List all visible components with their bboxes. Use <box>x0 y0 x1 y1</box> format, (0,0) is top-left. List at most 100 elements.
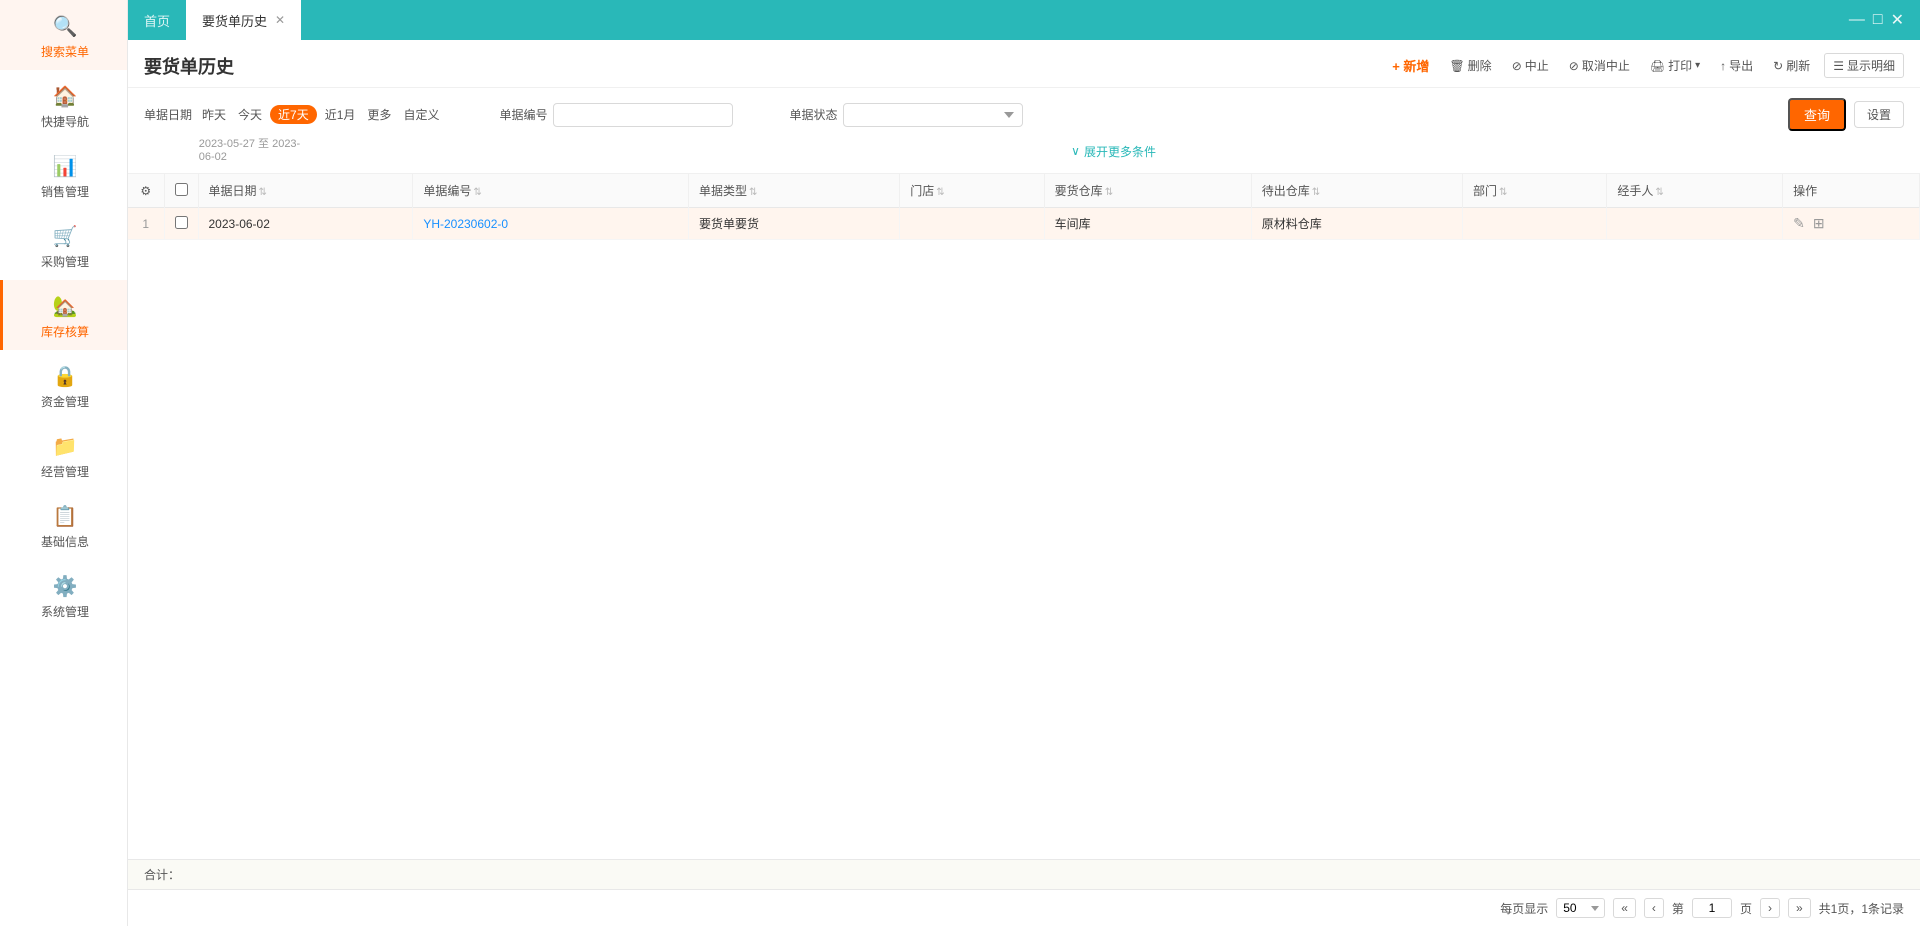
prev-page-button[interactable]: ‹ <box>1644 898 1664 918</box>
sidebar-item-quicknav[interactable]: 🏠 快捷导航 <box>0 70 127 140</box>
topbar: 首页要货单历史✕ — □ ✕ <box>128 0 1920 40</box>
sidebar-item-label-sales: 销售管理 <box>41 183 89 200</box>
col-order-type[interactable]: 单据类型⇅ <box>688 174 899 208</box>
query-button[interactable]: 查询 <box>1788 98 1846 131</box>
maximize-icon[interactable]: □ <box>1873 11 1883 29</box>
last-page-button[interactable]: » <box>1788 898 1811 918</box>
row-department <box>1462 208 1606 240</box>
sales-icon: 📊 <box>53 154 78 179</box>
tab-home[interactable]: 首页 <box>128 0 186 40</box>
date-filter-label: 单据日期 <box>144 106 192 123</box>
sidebar-item-basicinfo[interactable]: 📋 基础信息 <box>0 490 127 560</box>
table-header-row: ⚙ 单据日期⇅ 单据编号⇅ 单据类型⇅ 门店⇅ 要货仓库⇅ 待出仓库⇅ 部门⇅ … <box>128 174 1920 208</box>
order-no-link[interactable]: YH-20230602-0 <box>423 217 508 231</box>
col-settings[interactable]: ⚙ <box>128 174 164 208</box>
print-icon: 🖨 <box>1650 59 1665 73</box>
data-table: ⚙ 单据日期⇅ 单据编号⇅ 单据类型⇅ 门店⇅ 要货仓库⇅ 待出仓库⇅ 部门⇅ … <box>128 174 1920 240</box>
date-shortcut-近7天[interactable]: 近7天 <box>270 105 317 124</box>
date-range-text: 2023-05-27 至 2023-06-02 <box>199 135 315 163</box>
display-detail-button[interactable]: ☰ 显示明细 <box>1824 53 1904 78</box>
close-window-icon[interactable]: ✕ <box>1891 10 1904 30</box>
detail-icon[interactable]: ⊞ <box>1813 215 1825 232</box>
col-pending-warehouse[interactable]: 待出仓库⇅ <box>1251 174 1462 208</box>
basicinfo-icon: 📋 <box>53 504 78 529</box>
order-no-filter-group: 单据编号 <box>499 103 733 127</box>
row-store <box>900 208 1044 240</box>
suspend-icon: ⊘ <box>1512 59 1522 73</box>
main-area: 首页要货单历史✕ — □ ✕ 要货单历史 + 新增 🗑 删除 ⊘ 中止 ⊘ <box>128 0 1920 926</box>
tab-close-requisition-history[interactable]: ✕ <box>275 13 285 27</box>
col-checkbox <box>164 174 198 208</box>
content-area: 要货单历史 + 新增 🗑 删除 ⊘ 中止 ⊘ 取消中止 🖨 打印 <box>128 40 1920 926</box>
suspend-button[interactable]: ⊘ 中止 <box>1506 53 1555 78</box>
new-button[interactable]: + 新增 <box>1386 52 1435 79</box>
date-shortcut-自定义[interactable]: 自定义 <box>399 105 443 124</box>
select-all-checkbox[interactable] <box>175 183 188 196</box>
next-page-button[interactable]: › <box>1760 898 1780 918</box>
page-title: 要货单历史 <box>144 53 234 79</box>
col-order-no[interactable]: 单据编号⇅ <box>413 174 689 208</box>
cancel-suspend-button[interactable]: ⊘ 取消中止 <box>1563 53 1636 78</box>
settings-button[interactable]: 设置 <box>1854 101 1904 128</box>
refresh-button[interactable]: ↻ 刷新 <box>1767 53 1816 78</box>
first-page-button[interactable]: « <box>1613 898 1636 918</box>
table-footer: 合计： <box>128 859 1920 889</box>
row-order-type: 要货单要货 <box>688 208 899 240</box>
expand-more-button[interactable]: ∨ 展开更多条件 <box>1071 143 1156 160</box>
row-order-no: YH-20230602-0 <box>413 208 689 240</box>
delete-button[interactable]: 🗑 删除 <box>1443 53 1497 78</box>
finance-icon: 🔒 <box>53 364 78 389</box>
chevron-down-icon: ∨ <box>1071 144 1080 158</box>
col-date[interactable]: 单据日期⇅ <box>198 174 413 208</box>
print-button[interactable]: 🖨 打印 ▾ <box>1644 53 1706 78</box>
sidebar-item-label-inventory: 库存核算 <box>41 323 89 340</box>
date-shortcut-更多[interactable]: 更多 <box>363 105 395 124</box>
sidebar-item-sales[interactable]: 📊 销售管理 <box>0 140 127 210</box>
date-filter-group: 单据日期 昨天今天近7天近1月更多自定义 <box>144 105 443 124</box>
export-button[interactable]: ↑ 导出 <box>1714 53 1759 78</box>
col-req-warehouse[interactable]: 要货仓库⇅ <box>1044 174 1251 208</box>
col-store[interactable]: 门店⇅ <box>900 174 1044 208</box>
expand-area: ∨ 展开更多条件 <box>323 137 1904 160</box>
sidebar-item-label-operations: 经营管理 <box>41 463 89 480</box>
sidebar-item-label-system: 系统管理 <box>41 603 89 620</box>
sidebar-item-operations[interactable]: 📁 经营管理 <box>0 420 127 490</box>
table-container: ⚙ 单据日期⇅ 单据编号⇅ 单据类型⇅ 门店⇅ 要货仓库⇅ 待出仓库⇅ 部门⇅ … <box>128 174 1920 859</box>
print-dropdown-icon: ▾ <box>1695 60 1700 71</box>
operations-icon: 📁 <box>53 434 78 459</box>
date-shortcut-近1月[interactable]: 近1月 <box>321 105 360 124</box>
display-detail-icon: ☰ <box>1833 59 1844 73</box>
minimize-icon[interactable]: — <box>1849 11 1865 29</box>
edit-icon[interactable]: ✎ <box>1793 215 1805 232</box>
date-shortcut-今天[interactable]: 今天 <box>234 105 266 124</box>
sidebar-item-inventory[interactable]: 🏡 库存核算 <box>0 280 127 350</box>
status-select[interactable] <box>843 103 1023 127</box>
order-no-input[interactable] <box>553 103 733 127</box>
filter-actions: 查询 设置 <box>1788 98 1904 131</box>
row-actions: ✎ ⊞ <box>1783 208 1920 240</box>
row-checkbox-cell <box>164 208 198 240</box>
refresh-icon: ↻ <box>1773 59 1783 73</box>
filter-row-1: 单据日期 昨天今天近7天近1月更多自定义 单据编号 单据状态 <box>144 98 1904 131</box>
total-label: 合计： <box>144 868 180 882</box>
page-size-select[interactable]: 50 10 20 100 <box>1556 898 1605 918</box>
col-department[interactable]: 部门⇅ <box>1462 174 1606 208</box>
topbar-right: — □ ✕ <box>1849 10 1920 30</box>
date-shortcut-昨天[interactable]: 昨天 <box>198 105 230 124</box>
sidebar-item-finance[interactable]: 🔒 资金管理 <box>0 350 127 420</box>
purchase-icon: 🛒 <box>53 224 78 249</box>
sidebar-item-search[interactable]: 🔍 搜索菜单 <box>0 0 127 70</box>
row-checkbox[interactable] <box>175 216 188 229</box>
sidebar-item-label-quicknav: 快捷导航 <box>41 113 89 130</box>
sidebar-item-system[interactable]: ⚙️ 系统管理 <box>0 560 127 630</box>
tab-requisition-history[interactable]: 要货单历史✕ <box>186 0 301 40</box>
col-handler[interactable]: 经手人⇅ <box>1607 174 1783 208</box>
quicknav-icon: 🏠 <box>53 84 78 109</box>
sidebar-item-label-purchase: 采购管理 <box>41 253 89 270</box>
pagination-bar: 每页显示 50 10 20 100 « ‹ 第 页 › » 共1页，1条记录 <box>128 889 1920 926</box>
page-input[interactable] <box>1692 898 1732 918</box>
sidebar-item-purchase[interactable]: 🛒 采购管理 <box>0 210 127 280</box>
col-action: 操作 <box>1783 174 1920 208</box>
row-date: 2023-06-02 <box>198 208 413 240</box>
row-pending-warehouse: 原材料仓库 <box>1251 208 1462 240</box>
